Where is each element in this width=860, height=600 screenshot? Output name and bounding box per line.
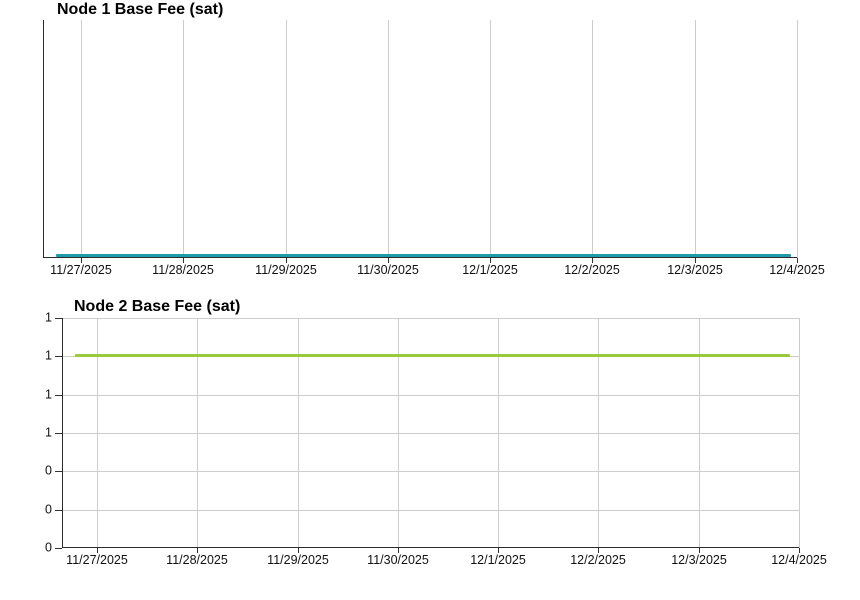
chart-title: Node 2 Base Fee (sat) — [74, 298, 241, 315]
y-tick — [55, 548, 62, 549]
x-gridline — [799, 318, 800, 548]
x-axis-label: 11/29/2025 — [267, 553, 329, 567]
y-axis-label: 1 — [45, 348, 52, 363]
y-axis-label: 1 — [45, 387, 52, 402]
y-axis-label: 1 — [45, 310, 52, 325]
x-axis-label: 11/27/2025 — [66, 553, 128, 567]
y-tick — [55, 356, 62, 357]
x-axis-label: 12/3/2025 — [671, 553, 727, 567]
x-axis-label: 11/28/2025 — [166, 553, 228, 567]
y-tick — [55, 395, 62, 396]
y-axis-label: 1 — [45, 425, 52, 440]
y-tick — [55, 433, 62, 434]
y-tick — [55, 318, 62, 319]
y-tick — [55, 510, 62, 511]
x-axis-label: 12/4/2025 — [771, 553, 827, 567]
y-axis-label: 0 — [45, 502, 52, 517]
x-axis-label: 12/2/2025 — [570, 553, 626, 567]
x-axis-label: 11/30/2025 — [367, 553, 429, 567]
y-axis-label: 0 — [45, 463, 52, 478]
plot-area — [62, 318, 799, 548]
series-line — [75, 354, 790, 357]
x-axis-label: 12/1/2025 — [470, 553, 526, 567]
y-axis-label: 0 — [45, 540, 52, 555]
y-tick — [55, 471, 62, 472]
node-2-base-fee-chart: Node 2 Base Fee (sat) 1 1 1 1 0 0 0 11/27/2025 1… — [0, 0, 860, 600]
